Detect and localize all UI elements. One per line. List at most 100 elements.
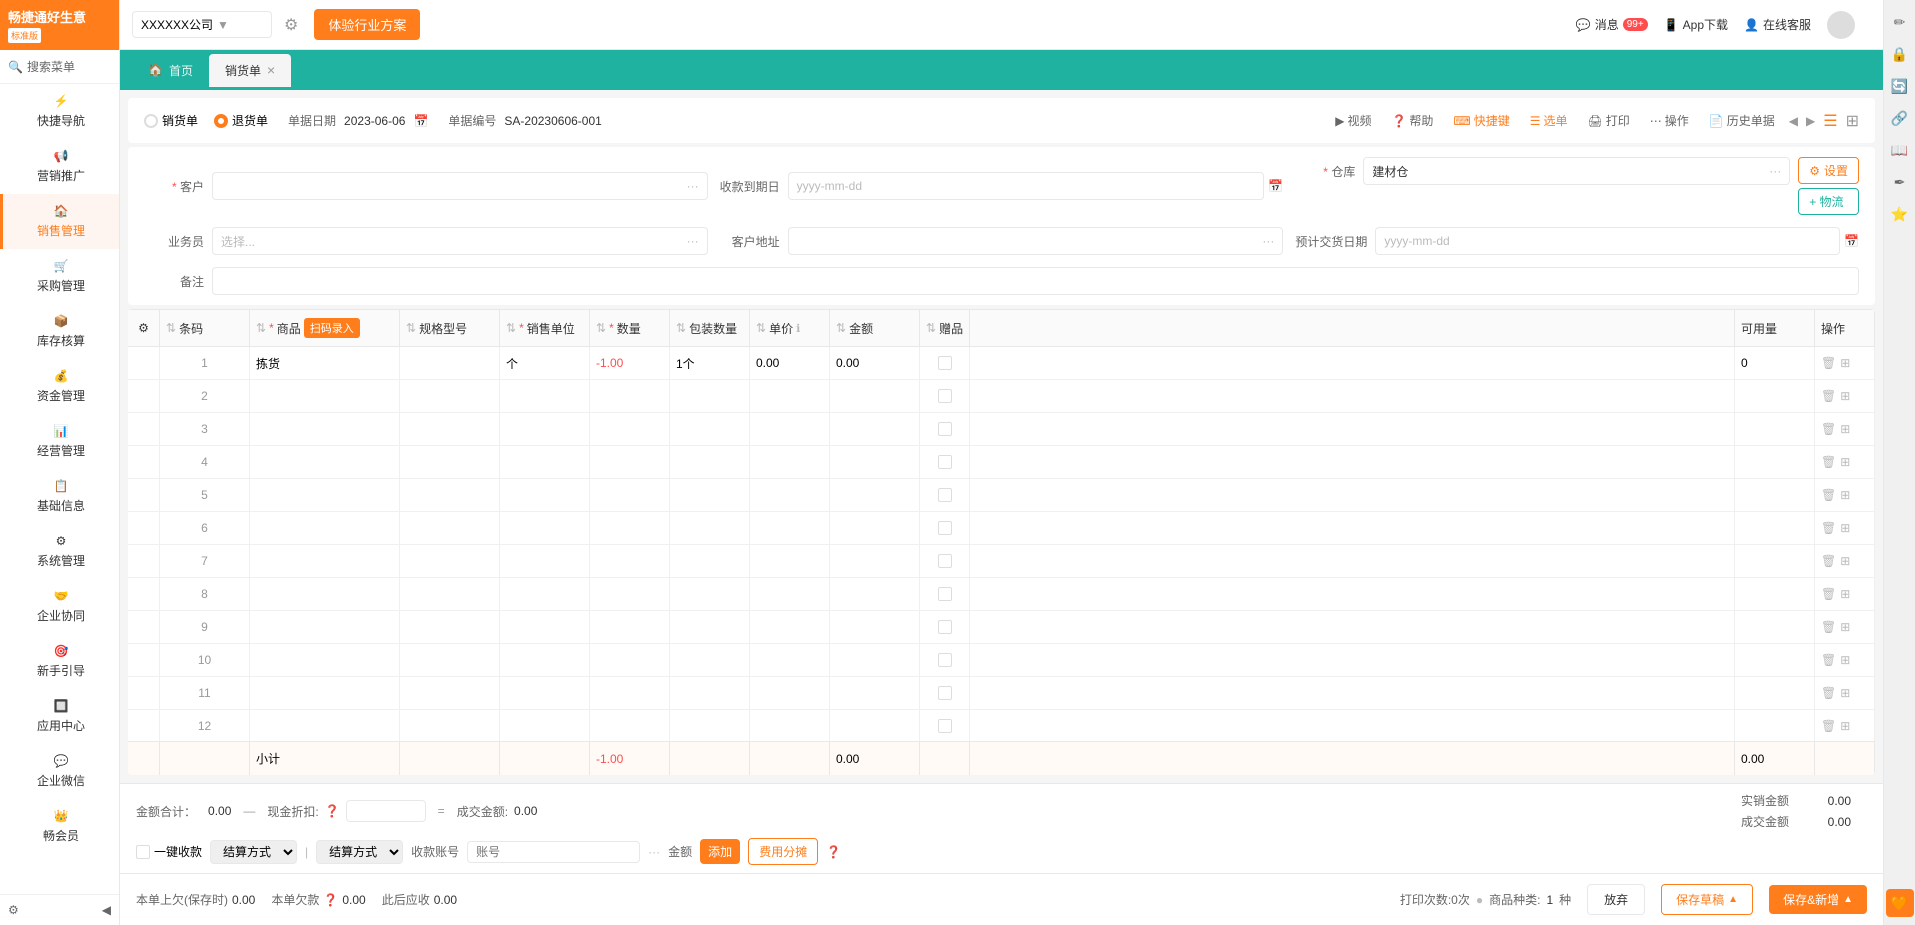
td-price-6[interactable]: [750, 512, 830, 544]
td-pack-6[interactable]: [670, 512, 750, 544]
delete-icon-7[interactable]: 🗑: [1821, 554, 1836, 568]
td-unit-9[interactable]: [500, 611, 590, 643]
copy-icon-12[interactable]: ⊞: [1840, 719, 1850, 733]
td-product-11[interactable]: [250, 677, 400, 709]
copy-icon-1[interactable]: ⊞: [1840, 356, 1850, 370]
td-product-2[interactable]: [250, 380, 400, 412]
td-gift-6[interactable]: [920, 512, 970, 544]
td-gift-9[interactable]: [920, 611, 970, 643]
td-amount-1[interactable]: 0.00: [830, 347, 920, 379]
td-remark-3[interactable]: [970, 413, 1735, 445]
salesperson-input[interactable]: 选择... ···: [212, 227, 708, 255]
td-unit-1[interactable]: 个: [500, 347, 590, 379]
rp-star-icon[interactable]: ⭐: [1886, 200, 1914, 228]
customer-input[interactable]: ···: [212, 172, 708, 200]
price-info-icon[interactable]: ℹ: [796, 322, 800, 335]
td-unit-8[interactable]: [500, 578, 590, 610]
td-unit-3[interactable]: [500, 413, 590, 445]
td-product-12[interactable]: [250, 710, 400, 741]
sort-icon-gift[interactable]: ⇅: [926, 321, 936, 335]
td-unit-2[interactable]: [500, 380, 590, 412]
td-price-8[interactable]: [750, 578, 830, 610]
message-button[interactable]: 💬 消息 99+: [1576, 16, 1648, 33]
tab-home[interactable]: 🏠 首页: [132, 54, 209, 87]
list-view-icon[interactable]: ☰: [1823, 111, 1837, 131]
account-input[interactable]: [467, 841, 640, 863]
sort-icon[interactable]: ⇅: [166, 321, 176, 335]
delete-icon-6[interactable]: 🗑: [1821, 521, 1836, 535]
td-remark-9[interactable]: [970, 611, 1735, 643]
help-circle-icon[interactable]: ❓: [325, 804, 340, 818]
online-service-button[interactable]: 👤 在线客服: [1744, 16, 1811, 33]
warehouse-dots-icon[interactable]: ···: [1769, 164, 1781, 178]
settle-method-select[interactable]: 结算方式: [210, 840, 297, 864]
td-remark-12[interactable]: [970, 710, 1735, 741]
rp-link-icon[interactable]: 🔗: [1886, 104, 1914, 132]
logistics-button[interactable]: + 物流: [1798, 188, 1859, 215]
next-icon[interactable]: ▶: [1806, 114, 1815, 128]
td-remark-11[interactable]: [970, 677, 1735, 709]
td-remark-4[interactable]: [970, 446, 1735, 478]
td-amount-3[interactable]: [830, 413, 920, 445]
sidebar-item-weixin[interactable]: 💬 企业微信: [0, 744, 119, 799]
delete-icon-2[interactable]: 🗑: [1821, 389, 1836, 403]
td-price-12[interactable]: [750, 710, 830, 741]
sidebar-item-marketing[interactable]: 📢 营销推广: [0, 139, 119, 194]
td-remark-6[interactable]: [970, 512, 1735, 544]
td-unit-4[interactable]: [500, 446, 590, 478]
sidebar-item-sales[interactable]: 🏠 销售管理: [0, 194, 119, 249]
remarks-input[interactable]: [212, 267, 1859, 295]
td-qty-6[interactable]: [590, 512, 670, 544]
column-settings-icon[interactable]: ⚙: [138, 321, 149, 335]
td-price-11[interactable]: [750, 677, 830, 709]
td-spec-3[interactable]: [400, 413, 500, 445]
td-gift-10[interactable]: [920, 644, 970, 676]
sort-icon-unit[interactable]: ⇅: [506, 321, 516, 335]
td-product-5[interactable]: [250, 479, 400, 511]
address-dots-icon[interactable]: ···: [1262, 234, 1274, 248]
sidebar-item-basic[interactable]: 📋 基础信息: [0, 469, 119, 524]
td-amount-10[interactable]: [830, 644, 920, 676]
td-spec-9[interactable]: [400, 611, 500, 643]
td-spec-2[interactable]: [400, 380, 500, 412]
td-product-10[interactable]: [250, 644, 400, 676]
td-pack-10[interactable]: [670, 644, 750, 676]
td-unit-12[interactable]: [500, 710, 590, 741]
td-product-7[interactable]: [250, 545, 400, 577]
sort-icon-product[interactable]: ⇅: [256, 321, 266, 335]
td-price-7[interactable]: [750, 545, 830, 577]
td-gift-3[interactable]: [920, 413, 970, 445]
td-gift-11[interactable]: [920, 677, 970, 709]
td-pack-3[interactable]: [670, 413, 750, 445]
tab-close-icon[interactable]: ×: [267, 62, 275, 78]
copy-icon-9[interactable]: ⊞: [1840, 620, 1850, 634]
rp-pen-icon[interactable]: ✒: [1886, 168, 1914, 196]
td-price-4[interactable]: [750, 446, 830, 478]
td-remark-5[interactable]: [970, 479, 1735, 511]
td-remark-10[interactable]: [970, 644, 1735, 676]
gear-icon[interactable]: ⚙: [284, 15, 298, 35]
expense-help-icon[interactable]: ❓: [826, 845, 841, 859]
td-spec-1[interactable]: [400, 347, 500, 379]
copy-icon-6[interactable]: ⊞: [1840, 521, 1850, 535]
delete-icon-3[interactable]: 🗑: [1821, 422, 1836, 436]
sidebar-item-apps[interactable]: 🔲 应用中心: [0, 689, 119, 744]
sidebar-item-finance[interactable]: 💰 资金管理: [0, 359, 119, 414]
toolbar-operate[interactable]: ⋯ 操作: [1644, 108, 1695, 133]
payment-due-input[interactable]: yyyy-mm-dd: [788, 172, 1265, 200]
td-price-3[interactable]: [750, 413, 830, 445]
td-unit-10[interactable]: [500, 644, 590, 676]
sort-icon-amount[interactable]: ⇅: [836, 321, 846, 335]
td-unit-7[interactable]: [500, 545, 590, 577]
delete-icon-4[interactable]: 🗑: [1821, 455, 1836, 469]
setting-button[interactable]: ⚙ 设置: [1798, 157, 1859, 184]
td-spec-12[interactable]: [400, 710, 500, 741]
delivery-calendar-icon[interactable]: 📅: [1844, 234, 1859, 248]
rp-edit-icon[interactable]: ✏: [1886, 8, 1914, 36]
salesperson-dots-icon[interactable]: ···: [687, 234, 699, 248]
copy-icon-11[interactable]: ⊞: [1840, 686, 1850, 700]
sidebar-settings-icon[interactable]: ⚙: [8, 903, 19, 917]
td-gift-4[interactable]: [920, 446, 970, 478]
toolbar-help[interactable]: ❓ 帮助: [1385, 108, 1439, 133]
customer-dots-icon[interactable]: ···: [687, 179, 699, 193]
